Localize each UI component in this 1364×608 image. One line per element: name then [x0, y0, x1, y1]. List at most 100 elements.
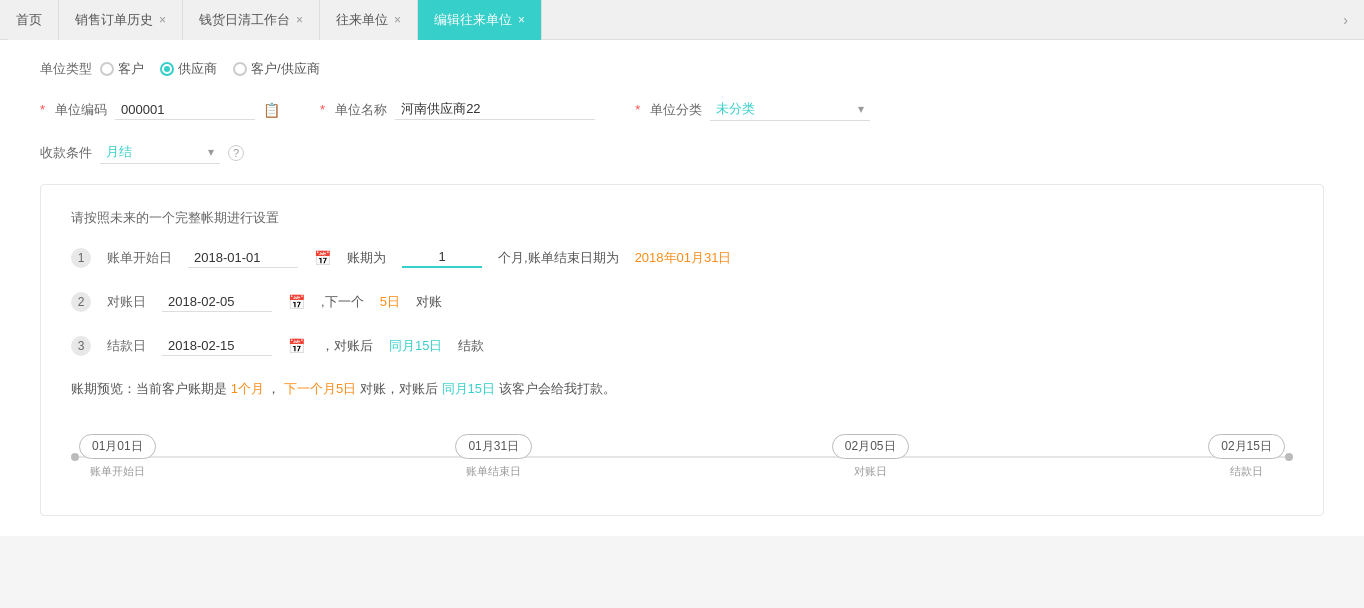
timeline-node-1-label: 账单开始日: [90, 464, 145, 479]
tab-home[interactable]: 首页: [8, 0, 59, 40]
unit-category-arrow-icon: ▾: [858, 102, 864, 116]
unit-category-required: *: [635, 102, 640, 117]
period-prefix: 账期为: [347, 249, 386, 267]
tab-edit-partner[interactable]: 编辑往来单位 ×: [418, 0, 542, 40]
tab-cashflow[interactable]: 钱货日清工作台 ×: [183, 0, 320, 40]
tab-cashflow-label: 钱货日清工作台: [199, 11, 290, 29]
tab-partner-close[interactable]: ×: [394, 13, 401, 27]
unit-type-radio-group: 客户 供应商 客户/供应商: [100, 60, 320, 78]
tab-cashflow-close[interactable]: ×: [296, 13, 303, 27]
preview-part2: 下一个月5日: [284, 381, 356, 396]
timeline-node-1-badge: 01月01日: [79, 434, 156, 459]
tab-expand-icon[interactable]: ›: [1335, 12, 1356, 28]
reconcile-suffix1: ,下一个: [321, 293, 364, 311]
tab-sales-history-close[interactable]: ×: [159, 13, 166, 27]
unit-category-select[interactable]: 未分类 ▾: [710, 98, 870, 121]
payment-suffix2: 同月15日: [389, 337, 442, 355]
reconcile-suffix3: 对账: [416, 293, 442, 311]
unit-name-input[interactable]: [395, 100, 595, 120]
payment-suffix3: 结款: [458, 337, 484, 355]
timeline-nodes: 01月01日 账单开始日 01月31日 账单结束日 02月05日 对账日: [79, 434, 1285, 479]
period-value-input[interactable]: [402, 247, 482, 268]
setting-row-3: 3 结款日 📅 ，对账后 同月15日 结款: [71, 336, 1293, 356]
preview-part3: 同月15日: [442, 381, 495, 396]
payment-terms-row: 收款条件 月结 ▾ ?: [40, 141, 1324, 164]
unit-type-group: 单位类型 客户 供应商 客户/供应商: [40, 60, 320, 78]
payment-terms-help-icon[interactable]: ?: [228, 145, 244, 161]
payment-terms-group: 收款条件 月结 ▾ ?: [40, 141, 244, 164]
timeline-start-dot: [71, 453, 79, 461]
unit-name-label: 单位名称: [335, 101, 387, 119]
reconcile-date-cal-icon[interactable]: 📅: [288, 294, 305, 310]
timeline-node-4-label: 结款日: [1230, 464, 1263, 479]
unit-name-required: *: [320, 102, 325, 117]
period-unit-text: 个月,账单结束日期为: [498, 249, 619, 267]
setting-num-2: 2: [71, 292, 91, 312]
tab-sales-history[interactable]: 销售订单历史 ×: [59, 0, 183, 40]
unit-code-copy-icon[interactable]: 📋: [263, 102, 280, 118]
tab-sales-history-label: 销售订单历史: [75, 11, 153, 29]
preview-prefix: 账期预览：当前客户账期是: [71, 381, 227, 396]
payment-terms-label: 收款条件: [40, 144, 92, 162]
timeline-node-2-label: 账单结束日: [466, 464, 521, 479]
radio-customer-label: 客户: [118, 60, 144, 78]
unit-code-group: * 单位编码 📋: [40, 100, 280, 120]
start-date-cal-icon[interactable]: 📅: [314, 250, 331, 266]
unit-category-group: * 单位分类 未分类 ▾: [635, 98, 870, 121]
payment-date-input[interactable]: [162, 336, 272, 356]
timeline-node-2-badge: 01月31日: [455, 434, 532, 459]
payment-suffix1: ，对账后: [321, 337, 373, 355]
panel-instruction: 请按照未来的一个完整帐期进行设置: [71, 209, 1293, 227]
radio-both[interactable]: 客户/供应商: [233, 60, 320, 78]
timeline-node-3-badge: 02月05日: [832, 434, 909, 459]
radio-both-label: 客户/供应商: [251, 60, 320, 78]
unit-category-label: 单位分类: [650, 101, 702, 119]
timeline-node-4: 02月15日 结款日: [1208, 434, 1285, 479]
timeline-node-4-badge: 02月15日: [1208, 434, 1285, 459]
payment-terms-select[interactable]: 月结 ▾: [100, 141, 220, 164]
preview-part1: 1个月: [231, 381, 264, 396]
radio-customer[interactable]: 客户: [100, 60, 144, 78]
preview-row: 账期预览：当前客户账期是 1个月 ， 下一个月5日 对账，对账后 同月15日 该…: [71, 364, 1293, 414]
unit-code-label: 单位编码: [55, 101, 107, 119]
preview-mid1: ，: [267, 381, 280, 396]
unit-code-required: *: [40, 102, 45, 117]
timeline-section: 01月01日 账单开始日 01月31日 账单结束日 02月05日 对账日: [71, 414, 1293, 491]
setting-label-3: 结款日: [107, 337, 146, 355]
unit-code-input[interactable]: [115, 100, 255, 120]
payment-terms-value: 月结: [106, 143, 208, 161]
unit-type-row: 单位类型 客户 供应商 客户/供应商: [40, 60, 1324, 78]
radio-supplier-label: 供应商: [178, 60, 217, 78]
tab-edit-partner-label: 编辑往来单位: [434, 11, 512, 29]
unit-info-row: * 单位编码 📋 * 单位名称 * 单位分类 未分类 ▾: [40, 98, 1324, 121]
timeline-end-dot: [1285, 453, 1293, 461]
start-date-input[interactable]: [188, 248, 298, 268]
setting-label-2: 对账日: [107, 293, 146, 311]
setting-row-2: 2 对账日 📅 ,下一个 5日 对账: [71, 292, 1293, 312]
preview-mid2: 对账，对账后: [360, 381, 438, 396]
tab-partner-label: 往来单位: [336, 11, 388, 29]
setting-num-3: 3: [71, 336, 91, 356]
main-content: 单位类型 客户 供应商 客户/供应商 * 单位编码: [0, 40, 1364, 536]
setting-row-1: 1 账单开始日 📅 账期为 个月,账单结束日期为 2018年01月31日: [71, 247, 1293, 268]
tab-edit-partner-close[interactable]: ×: [518, 13, 525, 27]
settings-panel: 请按照未来的一个完整帐期进行设置 1 账单开始日 📅 账期为 个月,账单结束日期…: [40, 184, 1324, 516]
reconcile-date-input[interactable]: [162, 292, 272, 312]
timeline-node-3: 02月05日 对账日: [832, 434, 909, 479]
tab-home-label: 首页: [16, 11, 42, 29]
end-date-highlight: 2018年01月31日: [635, 249, 732, 267]
tab-partner[interactable]: 往来单位 ×: [320, 0, 418, 40]
unit-name-group: * 单位名称: [320, 100, 595, 120]
unit-category-value: 未分类: [716, 100, 858, 118]
preview-suffix: 该客户会给我打款。: [499, 381, 616, 396]
radio-supplier-circle: [160, 62, 174, 76]
payment-date-cal-icon[interactable]: 📅: [288, 338, 305, 354]
unit-type-label: 单位类型: [40, 60, 92, 78]
payment-terms-arrow-icon: ▾: [208, 145, 214, 159]
radio-both-circle: [233, 62, 247, 76]
radio-supplier[interactable]: 供应商: [160, 60, 217, 78]
reconcile-suffix2: 5日: [380, 293, 400, 311]
setting-num-1: 1: [71, 248, 91, 268]
timeline-node-2: 01月31日 账单结束日: [455, 434, 532, 479]
tab-bar: 首页 销售订单历史 × 钱货日清工作台 × 往来单位 × 编辑往来单位 × ›: [0, 0, 1364, 40]
